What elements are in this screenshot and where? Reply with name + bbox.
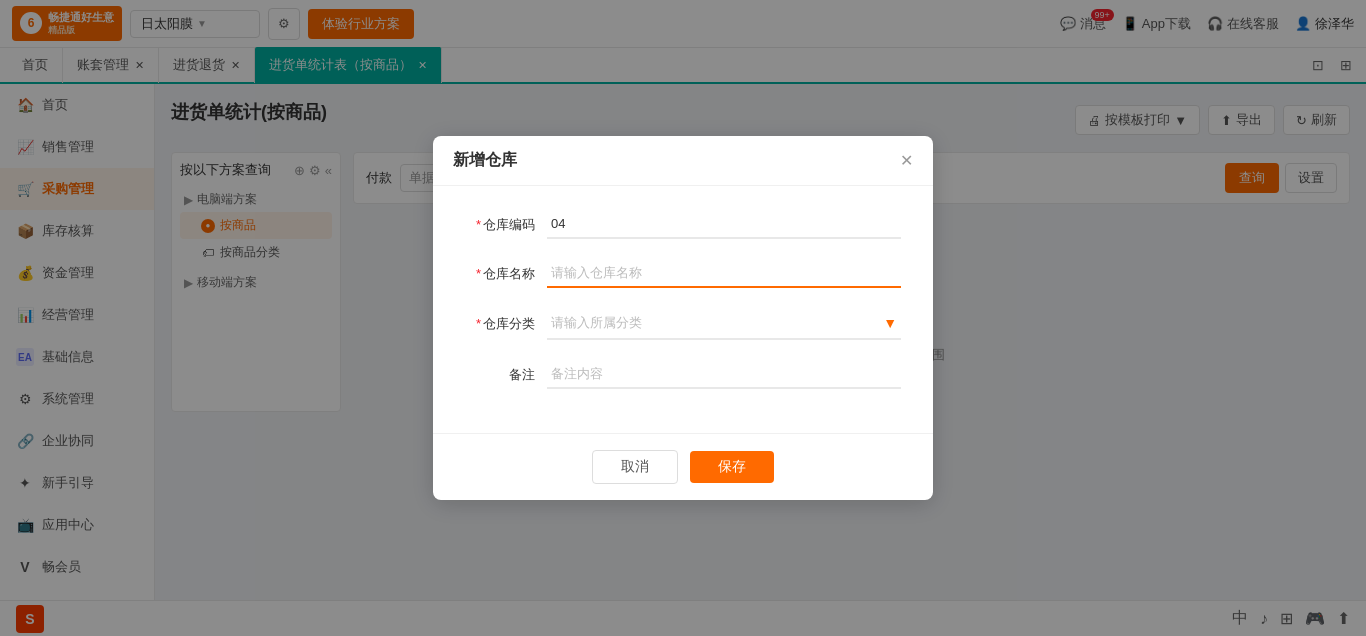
modal-overlay[interactable]: 新增仓库 ✕ 仓库编码 仓库名称 仓库分类 请输入所属分类 ▼ [0, 0, 1366, 636]
dialog-close-button[interactable]: ✕ [900, 151, 913, 170]
form-row-category: 仓库分类 请输入所属分类 ▼ [465, 308, 901, 340]
form-row-name: 仓库名称 [465, 259, 901, 288]
form-row-code: 仓库编码 [465, 210, 901, 239]
category-arrow-icon: ▼ [883, 315, 897, 331]
note-label: 备注 [465, 366, 535, 384]
save-button[interactable]: 保存 [690, 451, 774, 483]
category-label: 仓库分类 [465, 315, 535, 333]
name-label: 仓库名称 [465, 265, 535, 283]
form-row-note: 备注 [465, 360, 901, 389]
add-warehouse-dialog: 新增仓库 ✕ 仓库编码 仓库名称 仓库分类 请输入所属分类 ▼ [433, 136, 933, 500]
code-input[interactable] [547, 210, 901, 239]
category-placeholder: 请输入所属分类 [551, 314, 642, 332]
name-input[interactable] [547, 259, 901, 288]
category-select[interactable]: 请输入所属分类 ▼ [547, 308, 901, 340]
dialog-title: 新增仓库 [453, 150, 517, 171]
note-input[interactable] [547, 360, 901, 389]
dialog-header: 新增仓库 ✕ [433, 136, 933, 186]
cancel-button[interactable]: 取消 [592, 450, 678, 484]
code-label: 仓库编码 [465, 216, 535, 234]
dialog-footer: 取消 保存 [433, 433, 933, 500]
dialog-body: 仓库编码 仓库名称 仓库分类 请输入所属分类 ▼ 备注 [433, 186, 933, 433]
